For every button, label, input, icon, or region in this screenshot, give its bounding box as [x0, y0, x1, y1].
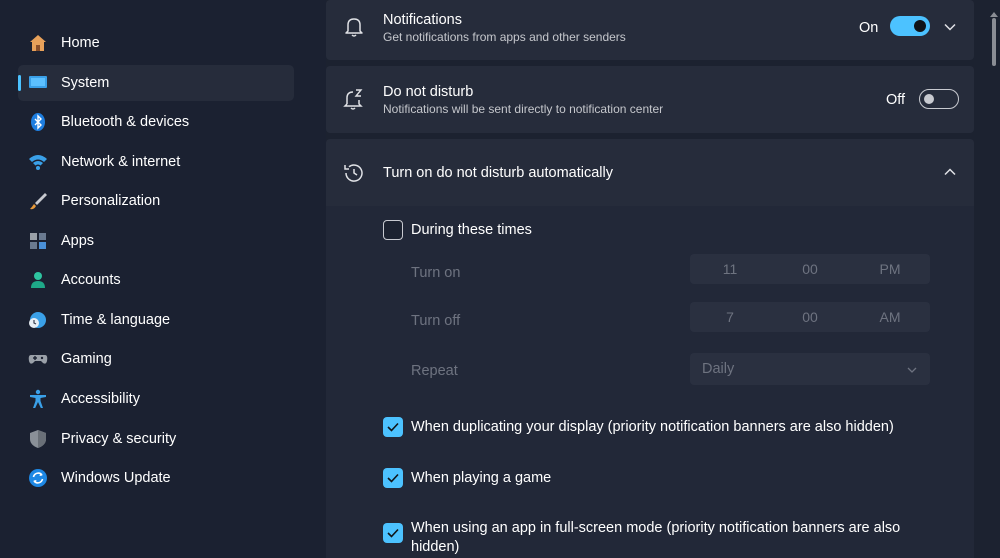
settings-content: Notifications Get notifications from app… [326, 0, 986, 558]
fullscreen-label-line1: When using an app in full-screen mode (p… [411, 520, 901, 536]
sidebar-item-label: Apps [61, 233, 95, 249]
bluetooth-icon [28, 112, 48, 132]
dnd-subtitle: Notifications will be sent directly to n… [383, 102, 664, 116]
notifications-title: Notifications [383, 12, 462, 28]
scrollbar[interactable] [988, 0, 1000, 558]
bell-icon [342, 14, 366, 38]
dnd-state-label: Off [886, 92, 906, 108]
sidebar-item-accounts[interactable]: Accounts [18, 262, 294, 298]
turn-off-minute: 00 [802, 309, 818, 325]
sidebar-item-windows-update[interactable]: Windows Update [18, 460, 294, 496]
turn-on-label: Turn on [411, 265, 461, 281]
during-times-checkbox[interactable] [383, 220, 403, 240]
globe-clock-icon [28, 310, 48, 330]
wifi-icon [28, 152, 48, 172]
bell-snooze-icon [342, 87, 366, 111]
sidebar-item-network[interactable]: Network & internet [18, 144, 294, 180]
turn-off-period: AM [879, 309, 901, 325]
dnd-title: Do not disturb [383, 84, 474, 100]
repeat-label: Repeat [411, 363, 458, 379]
home-icon [28, 33, 48, 53]
sidebar-item-gaming[interactable]: Gaming [18, 341, 294, 377]
clock-history-icon [342, 161, 366, 185]
turn-on-period: PM [879, 261, 901, 277]
sidebar-item-system[interactable]: System [18, 65, 294, 101]
notifications-card[interactable]: Notifications Get notifications from app… [326, 0, 974, 60]
sidebar-item-privacy-security[interactable]: Privacy & security [18, 421, 294, 457]
sidebar: Home System Bluetooth & devices Network … [0, 0, 326, 558]
turn-off-hour: 7 [726, 309, 734, 325]
chevron-down-icon [906, 363, 918, 381]
notifications-toggle[interactable] [890, 16, 930, 36]
sidebar-item-label: Personalization [61, 193, 161, 209]
duplicating-label: When duplicating your display (priority … [411, 419, 894, 435]
chevron-down-icon[interactable] [943, 20, 957, 34]
game-label: When playing a game [411, 470, 552, 486]
system-icon [28, 73, 48, 93]
sidebar-item-apps[interactable]: Apps [18, 223, 294, 259]
game-checkbox[interactable] [383, 468, 403, 488]
sidebar-item-label: Home [61, 35, 100, 51]
sidebar-item-label: Accessibility [61, 391, 140, 407]
sidebar-item-label: Windows Update [61, 470, 171, 486]
turn-off-label: Turn off [411, 313, 461, 329]
sidebar-item-time-language[interactable]: Time & language [18, 302, 294, 338]
notifications-state-label: On [859, 20, 879, 36]
person-icon [28, 270, 48, 290]
auto-dnd-options: During these times Turn on 11 00 PM Turn… [326, 206, 974, 558]
sidebar-item-label: Time & language [61, 312, 171, 328]
during-times-label: During these times [411, 222, 532, 238]
sidebar-item-bluetooth[interactable]: Bluetooth & devices [18, 104, 294, 140]
turn-on-minute: 00 [802, 261, 818, 277]
apps-icon [28, 231, 48, 251]
do-not-disturb-card: Do not disturb Notifications will be sen… [326, 66, 974, 133]
shield-icon [28, 429, 48, 449]
auto-dnd-header[interactable]: Turn on do not disturb automatically [326, 139, 974, 206]
sidebar-item-label: Privacy & security [61, 431, 177, 447]
notifications-subtitle: Get notifications from apps and other se… [383, 30, 626, 44]
fullscreen-checkbox[interactable] [383, 523, 403, 543]
auto-dnd-title: Turn on do not disturb automatically [383, 165, 613, 181]
dnd-toggle[interactable] [919, 89, 959, 109]
turn-on-time-picker[interactable]: 11 00 PM [690, 254, 930, 284]
turn-off-time-picker[interactable]: 7 00 AM [690, 302, 930, 332]
repeat-dropdown[interactable]: Daily [690, 353, 930, 385]
sidebar-item-accessibility[interactable]: Accessibility [18, 381, 294, 417]
gamepad-icon [28, 349, 48, 369]
chevron-up-icon[interactable] [943, 165, 957, 179]
accessibility-icon [28, 389, 48, 409]
sidebar-item-home[interactable]: Home [18, 25, 294, 61]
fullscreen-label-line2: hidden) [411, 539, 460, 555]
turn-on-hour: 11 [722, 261, 738, 277]
sidebar-item-label: Gaming [61, 351, 112, 367]
sidebar-item-label: Bluetooth & devices [61, 114, 190, 130]
update-icon [28, 468, 48, 488]
sidebar-item-label: System [61, 75, 110, 91]
brush-icon [28, 191, 48, 211]
duplicating-checkbox[interactable] [383, 417, 403, 437]
sidebar-item-label: Accounts [61, 272, 121, 288]
sidebar-item-personalization[interactable]: Personalization [18, 183, 294, 219]
scroll-thumb[interactable] [992, 18, 996, 66]
repeat-value: Daily [702, 361, 735, 377]
sidebar-item-label: Network & internet [61, 154, 181, 170]
